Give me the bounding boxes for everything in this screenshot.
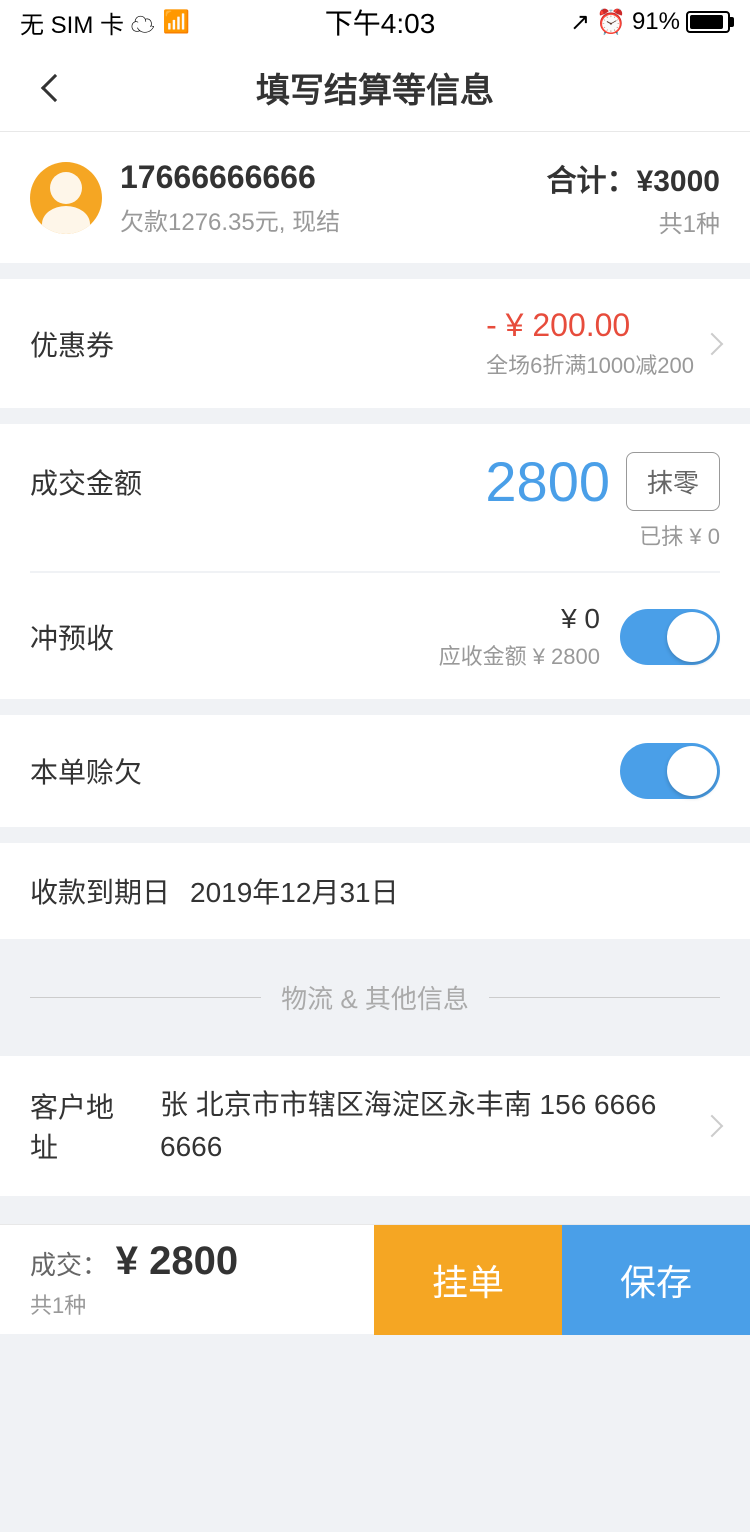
prepay-amount-wrap: ¥ 0 应收金额 ¥ 2800	[439, 603, 600, 671]
sim-label: 无 SIM 卡 ☁	[20, 5, 155, 40]
debt-label: 本单赊欠	[30, 751, 142, 791]
deal-amount: 2800	[485, 454, 610, 510]
logistics-divider: 物流 & 其他信息	[0, 955, 750, 1040]
customer-details: 17666666666 欠款1276.35元, 现结	[120, 159, 340, 237]
bottom-deal-label: 成交：	[30, 1250, 108, 1280]
debt-toggle-knob	[667, 746, 717, 796]
back-arrow-icon	[41, 73, 69, 101]
customer-total: 合计：¥3000 共1种	[547, 156, 720, 239]
prepay-row: 冲预收 ¥ 0 应收金额 ¥ 2800	[30, 593, 720, 671]
status-time: 下午4:03	[325, 2, 436, 42]
wifi-icon: 📶	[163, 9, 190, 35]
status-right: ↗ ⏰ 91%	[570, 8, 730, 37]
battery-percent: 91%	[632, 8, 680, 36]
due-date-section: 收款到期日 2019年12月31日	[0, 843, 750, 939]
status-bar: 无 SIM 卡 ☁ 📶 下午4:03 ↗ ⏰ 91%	[0, 0, 750, 44]
alarm-icon: ⏰	[596, 8, 626, 37]
save-button[interactable]: 保存	[562, 1225, 750, 1335]
status-left: 无 SIM 卡 ☁ 📶	[20, 5, 190, 40]
customer-left: 17666666666 欠款1276.35元, 现结	[30, 159, 340, 237]
coupon-section[interactable]: 优惠券 - ¥ 200.00 全场6折满1000减200	[0, 279, 750, 408]
address-chevron-right-icon	[701, 1115, 724, 1138]
total-value: 合计：¥3000	[547, 156, 720, 200]
bottom-count: 共1种	[30, 1288, 344, 1320]
deal-right: 2800 抹零	[485, 452, 720, 511]
debt-section: 本单赊欠	[0, 715, 750, 827]
address-label: 客户地址	[30, 1086, 140, 1166]
prepay-sub: 应收金额 ¥ 2800	[439, 639, 600, 671]
coupon-discount: - ¥ 200.00	[486, 307, 694, 344]
prepay-amount: ¥ 0	[439, 603, 600, 635]
pending-button[interactable]: 挂单	[374, 1225, 562, 1335]
prepay-label: 冲预收	[30, 617, 114, 657]
toggle-knob	[667, 612, 717, 662]
logistics-line-left	[30, 997, 261, 998]
coupon-info: - ¥ 200.00 全场6折满1000减200	[486, 307, 694, 380]
bottom-deal-row: 成交： ¥ 2800	[30, 1239, 344, 1284]
bottom-amount: ¥ 2800	[116, 1239, 238, 1283]
due-date-row: 收款到期日 2019年12月31日	[30, 871, 720, 911]
customer-phone: 17666666666	[120, 159, 340, 196]
avatar	[30, 162, 102, 234]
nav-bar: 填写结算等信息	[0, 44, 750, 132]
back-button[interactable]	[30, 63, 80, 113]
due-date-value: 2019年12月31日	[190, 871, 399, 911]
location-icon: ↗	[570, 8, 590, 37]
total-count: 共1种	[547, 204, 720, 239]
prepay-right: ¥ 0 应收金额 ¥ 2800	[439, 603, 720, 671]
deal-section: 成交金额 2800 抹零 已抹 ¥ 0 冲预收 ¥ 0 应收金额 ¥ 2800	[0, 424, 750, 699]
logistics-text: 物流 & 其他信息	[281, 979, 469, 1016]
bottom-info: 成交： ¥ 2800 共1种	[0, 1239, 374, 1320]
logistics-line-right	[489, 997, 720, 998]
coupon-sub: 全场6折满1000减200	[486, 348, 694, 380]
deal-row: 成交金额 2800 抹零	[30, 452, 720, 511]
deal-label: 成交金额	[30, 462, 142, 502]
battery-icon	[686, 11, 730, 33]
coupon-right: - ¥ 200.00 全场6折满1000减200	[486, 307, 720, 380]
customer-info-section: 17666666666 欠款1276.35元, 现结 合计：¥3000 共1种	[0, 132, 750, 263]
round-button[interactable]: 抹零	[626, 452, 720, 511]
due-date-label: 收款到期日	[30, 871, 170, 911]
section-divider	[30, 571, 720, 573]
debt-toggle[interactable]	[620, 743, 720, 799]
prepay-toggle[interactable]	[620, 609, 720, 665]
deal-sub: 已抹 ¥ 0	[30, 519, 720, 551]
page-title: 填写结算等信息	[256, 63, 494, 112]
address-value: 张 北京市市辖区海淀区永丰南 156 6666 6666	[140, 1084, 704, 1168]
bottom-bar: 成交： ¥ 2800 共1种 挂单 保存	[0, 1224, 750, 1334]
coupon-label: 优惠券	[30, 324, 114, 364]
customer-sub: 欠款1276.35元, 现结	[120, 202, 340, 237]
chevron-right-icon	[701, 332, 724, 355]
address-section[interactable]: 客户地址 张 北京市市辖区海淀区永丰南 156 6666 6666	[0, 1056, 750, 1196]
